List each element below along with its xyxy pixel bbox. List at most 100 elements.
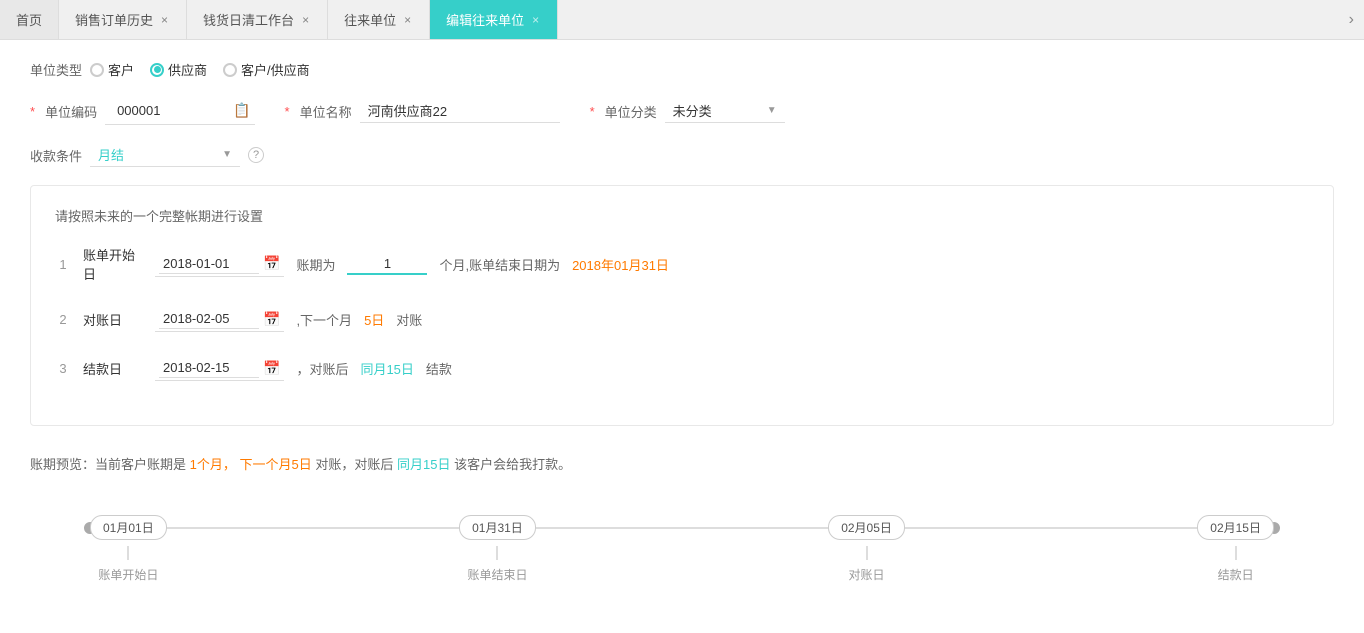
timeline-date-1: 01月01日 bbox=[90, 515, 167, 540]
radio-customer-circle bbox=[90, 63, 104, 77]
period-name-3: 结款日 bbox=[83, 359, 143, 378]
preview-prefix: 账期预览：当前客户账期是 bbox=[30, 457, 186, 472]
radio-both[interactable]: 客户/供应商 bbox=[223, 60, 310, 79]
timeline-date-4: 02月15日 bbox=[1197, 515, 1274, 540]
radio-customer[interactable]: 客户 bbox=[90, 60, 134, 79]
preview-part3: 对账，对账后 bbox=[315, 457, 393, 472]
period-row1-suffix2: 个月,账单结束日期为 bbox=[439, 255, 560, 274]
unit-name-group: * 单位名称 bbox=[285, 99, 560, 123]
timeline-label-4: 结款日 bbox=[1218, 566, 1254, 583]
help-icon[interactable]: ? bbox=[248, 147, 264, 163]
unit-name-input[interactable] bbox=[360, 99, 560, 123]
unit-type-group: 单位类型 客户 供应商 客户/供应商 bbox=[30, 60, 310, 79]
unit-code-star: * bbox=[30, 104, 35, 119]
period-row2-suffix: 对账 bbox=[396, 310, 422, 329]
period-settings-box: 请按照未来的一个完整帐期进行设置 1 账单开始日 📅 账期为 个月,账单结束日期… bbox=[30, 185, 1334, 426]
unit-code-input[interactable] bbox=[109, 99, 229, 122]
tab-more-button[interactable]: › bbox=[1339, 0, 1364, 39]
payment-terms-group: 收款条件 月结 ▼ ? bbox=[30, 143, 264, 167]
period-row2-day: 5日 bbox=[364, 310, 384, 329]
unit-code-group: * 单位编码 📋 bbox=[30, 97, 255, 125]
tab-partners-close[interactable]: × bbox=[402, 13, 413, 27]
reconcile-date-cal-icon[interactable]: 📅 bbox=[263, 311, 280, 328]
payment-terms-select[interactable]: 月结 ▼ bbox=[90, 143, 240, 167]
tab-sales-history-label: 销售订单历史 bbox=[75, 10, 153, 29]
timeline-connector-2 bbox=[496, 546, 498, 560]
tab-edit-partner-label: 编辑往来单位 bbox=[446, 10, 524, 29]
main-content: 单位类型 客户 供应商 客户/供应商 * 单位编码 bbox=[0, 40, 1364, 633]
timeline-label-2: 账单结束日 bbox=[467, 566, 527, 583]
tab-partners[interactable]: 往来单位 × bbox=[328, 0, 430, 39]
payment-terms-row: 收款条件 月结 ▼ ? bbox=[30, 143, 1334, 167]
tab-partners-label: 往来单位 bbox=[344, 10, 396, 29]
unit-info-row: * 单位编码 📋 * 单位名称 * 单位分类 未分类 ▼ bbox=[30, 97, 1334, 125]
period-row1-suffix1: 账期为 bbox=[296, 255, 335, 274]
preview-part2: 下一个月5日 bbox=[240, 457, 312, 472]
timeline-item-1: 01月01日 账单开始日 bbox=[90, 515, 167, 583]
radio-both-label: 客户/供应商 bbox=[241, 60, 310, 79]
tab-sales-history[interactable]: 销售订单历史 × bbox=[59, 0, 187, 39]
timeline-item-4: 02月15日 结款日 bbox=[1197, 515, 1274, 583]
unit-code-icon[interactable]: 📋 bbox=[233, 102, 250, 119]
radio-supplier[interactable]: 供应商 bbox=[150, 60, 207, 79]
unit-name-label: 单位名称 bbox=[300, 102, 352, 121]
payment-date-cal-icon[interactable]: 📅 bbox=[263, 360, 280, 377]
radio-supplier-circle bbox=[150, 63, 164, 77]
timeline-label-1: 账单开始日 bbox=[98, 566, 158, 583]
tab-home[interactable]: 首页 bbox=[0, 0, 59, 39]
radio-customer-label: 客户 bbox=[108, 60, 134, 79]
unit-code-input-wrapper: 📋 bbox=[105, 97, 254, 125]
start-date-cal-icon[interactable]: 📅 bbox=[263, 255, 280, 272]
unit-type-row: 单位类型 客户 供应商 客户/供应商 bbox=[30, 60, 1334, 79]
period-name-1: 账单开始日 bbox=[83, 245, 143, 283]
radio-both-circle bbox=[223, 63, 237, 77]
timeline-connector-4 bbox=[1235, 546, 1237, 560]
tab-sales-history-close[interactable]: × bbox=[159, 13, 170, 27]
unit-name-star: * bbox=[285, 104, 290, 119]
period-row2-prefix: ,下一个月 bbox=[296, 310, 352, 329]
timeline-connector-3 bbox=[866, 546, 868, 560]
timeline-item-2: 01月31日 账单结束日 bbox=[459, 515, 536, 583]
reconcile-date-input[interactable] bbox=[159, 309, 259, 329]
period-row3-suffix: 结款 bbox=[426, 359, 452, 378]
radio-group: 客户 供应商 客户/供应商 bbox=[90, 60, 310, 79]
preview-section: 账期预览：当前客户账期是 1个月， 下一个月5日 对账，对账后 同月15日 该客… bbox=[30, 442, 1334, 485]
unit-category-select[interactable]: 未分类 ▼ bbox=[665, 99, 785, 123]
timeline-date-2: 01月31日 bbox=[459, 515, 536, 540]
tab-edit-partner-close[interactable]: × bbox=[530, 13, 541, 27]
unit-category-star: * bbox=[590, 104, 595, 119]
unit-category-chevron: ▼ bbox=[767, 105, 777, 116]
unit-category-label: 单位分类 bbox=[605, 102, 657, 121]
payment-terms-value: 月结 bbox=[98, 145, 222, 164]
timeline-item-3: 02月05日 对账日 bbox=[828, 515, 905, 583]
radio-supplier-label: 供应商 bbox=[168, 60, 207, 79]
payment-date-input[interactable] bbox=[159, 358, 259, 378]
period-row3-day: 同月15日 bbox=[360, 359, 413, 378]
timeline-items: 01月01日 账单开始日 01月31日 账单结束日 02月05日 对账日 02月… bbox=[90, 515, 1274, 583]
period-num-3: 3 bbox=[55, 361, 71, 376]
unit-category-group: * 单位分类 未分类 ▼ bbox=[590, 99, 785, 123]
timeline-connector-1 bbox=[127, 546, 129, 560]
period-row-1: 1 账单开始日 📅 账期为 个月,账单结束日期为 2018年01月31日 bbox=[55, 245, 1309, 283]
payment-terms-label: 收款条件 bbox=[30, 146, 82, 165]
unit-category-value: 未分类 bbox=[673, 101, 767, 120]
period-row-3: 3 结款日 📅 ，对账后 同月15日 结款 bbox=[55, 356, 1309, 381]
tab-edit-partner[interactable]: 编辑往来单位 × bbox=[430, 0, 558, 39]
preview-suffix: 该客户会给我打款。 bbox=[454, 457, 571, 472]
start-date-input[interactable] bbox=[159, 254, 259, 274]
period-num-1: 1 bbox=[55, 257, 71, 272]
reconcile-date-input-wrapper: 📅 bbox=[155, 307, 284, 332]
period-name-2: 对账日 bbox=[83, 310, 143, 329]
preview-part1: 1个月， bbox=[190, 457, 236, 472]
tab-cash-work-label: 钱货日清工作台 bbox=[203, 10, 294, 29]
tab-cash-work[interactable]: 钱货日清工作台 × bbox=[187, 0, 328, 39]
tab-bar: 首页 销售订单历史 × 钱货日清工作台 × 往来单位 × 编辑往来单位 × › bbox=[0, 0, 1364, 40]
tab-home-label: 首页 bbox=[16, 10, 42, 29]
period-row3-prefix: ，对账后 bbox=[296, 359, 348, 378]
unit-type-label: 单位类型 bbox=[30, 60, 82, 79]
month-input[interactable] bbox=[347, 254, 427, 275]
timeline-container: 01月01日 账单开始日 01月31日 账单结束日 02月05日 对账日 02月… bbox=[30, 505, 1334, 613]
period-num-2: 2 bbox=[55, 312, 71, 327]
tab-cash-work-close[interactable]: × bbox=[300, 13, 311, 27]
unit-code-label: 单位编码 bbox=[45, 102, 97, 121]
